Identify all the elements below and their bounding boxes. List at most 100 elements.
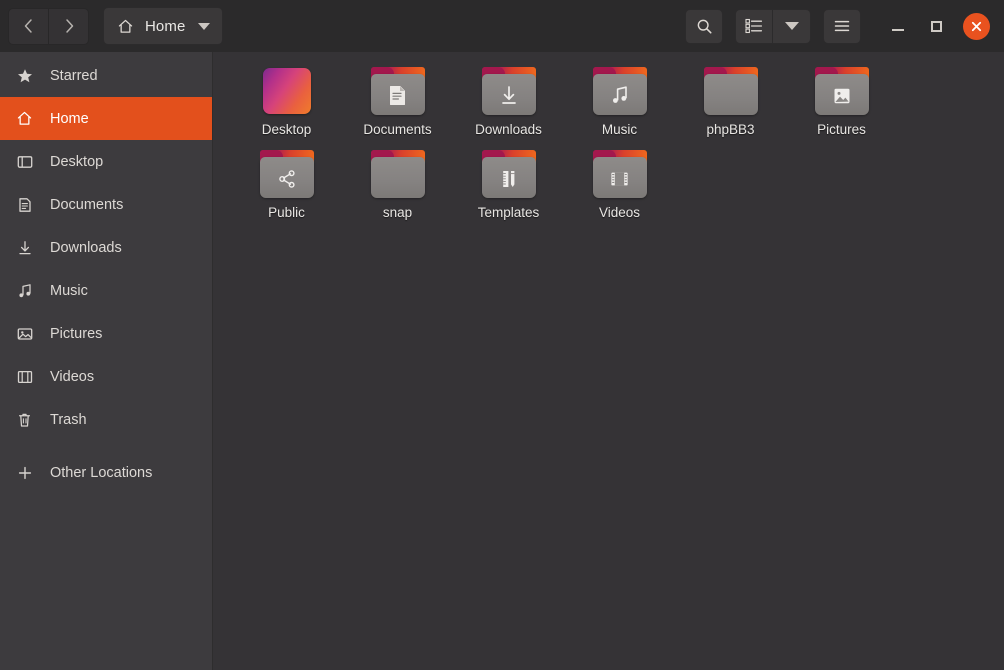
home-icon [16, 110, 33, 127]
sidebar-item-label: Starred [50, 67, 98, 84]
forward-button[interactable] [48, 8, 88, 44]
file-label: phpBB3 [706, 122, 755, 137]
navigation-buttons [8, 7, 89, 45]
file-label: Music [601, 122, 638, 137]
file-manager-window: Home Starred Home Desktop Documents Down… [0, 0, 1004, 670]
folder-icon [370, 67, 425, 115]
sidebar-item-desktop[interactable]: Desktop [0, 140, 212, 183]
chevron-down-icon [198, 22, 211, 30]
header-right-group [673, 8, 996, 44]
sidebar-item-label: Documents [50, 196, 124, 213]
sidebar-item-starred[interactable]: Starred [0, 54, 212, 97]
file-label: Videos [598, 205, 641, 220]
file-item-phpbb3[interactable]: phpBB3 [675, 64, 786, 147]
minimize-button[interactable] [887, 15, 909, 37]
picture-icon [16, 326, 33, 342]
file-item-templates[interactable]: Templates [453, 147, 564, 230]
window-body: Starred Home Desktop Documents Downloads… [0, 52, 1004, 670]
header-left-group: Home [8, 7, 224, 45]
main-menu-group [823, 8, 861, 44]
file-thumbnail [367, 147, 429, 201]
chevron-down-icon [784, 22, 799, 30]
desktop-icon [16, 154, 33, 170]
file-thumbnail [256, 147, 318, 201]
folder-front [703, 74, 758, 115]
folder-icon [370, 150, 425, 198]
file-label: snap [382, 205, 413, 220]
sidebar-item-videos[interactable]: Videos [0, 355, 212, 398]
search-group [685, 8, 723, 44]
folder-icon [814, 67, 869, 115]
close-icon [971, 21, 982, 31]
main-menu-button[interactable] [823, 8, 861, 44]
sidebar-item-label: Music [50, 282, 88, 299]
file-label: Templates [477, 205, 540, 220]
sidebar-item-label: Videos [50, 368, 95, 385]
sidebar-item-documents[interactable]: Documents [0, 183, 212, 226]
picture-icon [815, 76, 869, 115]
search-icon [697, 19, 712, 34]
document-icon [371, 76, 425, 115]
download-icon [16, 240, 33, 256]
file-thumbnail [367, 64, 429, 118]
download-icon [482, 76, 536, 115]
view-list-button[interactable] [735, 8, 773, 44]
chevron-left-icon [24, 19, 32, 33]
maximize-button[interactable] [925, 15, 947, 37]
file-item-downloads[interactable]: Downloads [453, 64, 564, 147]
video-icon [16, 369, 33, 385]
file-icon-view[interactable]: Desktop Documents Downloads Music phpBB3… [213, 52, 1004, 670]
file-thumbnail [256, 64, 318, 118]
chevron-right-icon [65, 19, 73, 33]
document-icon [16, 197, 33, 213]
file-label: Desktop [261, 122, 312, 137]
sidebar-item-downloads[interactable]: Downloads [0, 226, 212, 269]
minimize-icon [892, 29, 904, 31]
hamburger-menu-icon [834, 20, 850, 32]
file-item-public[interactable]: Public [231, 147, 342, 230]
folder-icon [592, 67, 647, 115]
file-thumbnail [811, 64, 873, 118]
file-thumbnail [700, 64, 762, 118]
file-label: Pictures [817, 122, 866, 137]
sidebar-item-trash[interactable]: Trash [0, 398, 212, 441]
file-item-snap[interactable]: snap [342, 147, 453, 230]
file-item-music[interactable]: Music [564, 64, 675, 147]
folder-icon [592, 150, 647, 198]
sidebar-item-other-locations[interactable]: Other Locations [0, 451, 212, 494]
folder-icon [703, 67, 758, 115]
back-button[interactable] [9, 9, 48, 44]
view-controls-group [735, 8, 811, 44]
folder-icon [481, 67, 536, 115]
sidebar-item-label: Other Locations [50, 464, 153, 481]
ruler-pencil-icon [482, 159, 536, 198]
path-bar-home[interactable]: Home [103, 7, 224, 45]
file-item-videos[interactable]: Videos [564, 147, 675, 230]
sidebar-item-label: Home [50, 110, 89, 127]
file-grid: Desktop Documents Downloads Music phpBB3… [231, 64, 1004, 230]
sidebar-item-music[interactable]: Music [0, 269, 212, 312]
path-bar-label: Home [145, 17, 186, 35]
file-label: Documents [363, 122, 432, 137]
sidebar-item-label: Desktop [50, 153, 104, 170]
sidebar-item-label: Trash [50, 411, 87, 428]
header-bar: Home [0, 0, 1004, 52]
search-button[interactable] [685, 8, 723, 44]
file-item-pictures[interactable]: Pictures [786, 64, 897, 147]
view-options-button[interactable] [773, 8, 811, 44]
sidebar-item-pictures[interactable]: Pictures [0, 312, 212, 355]
share-icon [260, 159, 314, 198]
folder-front [370, 157, 425, 198]
sidebar-separator [0, 441, 212, 451]
sidebar: Starred Home Desktop Documents Downloads… [0, 52, 213, 670]
file-label: Public [268, 205, 305, 220]
sidebar-item-home[interactable]: Home [0, 97, 212, 140]
list-view-icon [745, 18, 763, 34]
maximize-icon [930, 20, 942, 32]
close-button[interactable] [963, 12, 990, 40]
wallpaper-thumbnail-icon [262, 68, 311, 114]
file-item-desktop[interactable]: Desktop [231, 64, 342, 147]
folder-icon [259, 150, 314, 198]
file-item-documents[interactable]: Documents [342, 64, 453, 147]
music-icon [16, 283, 33, 299]
